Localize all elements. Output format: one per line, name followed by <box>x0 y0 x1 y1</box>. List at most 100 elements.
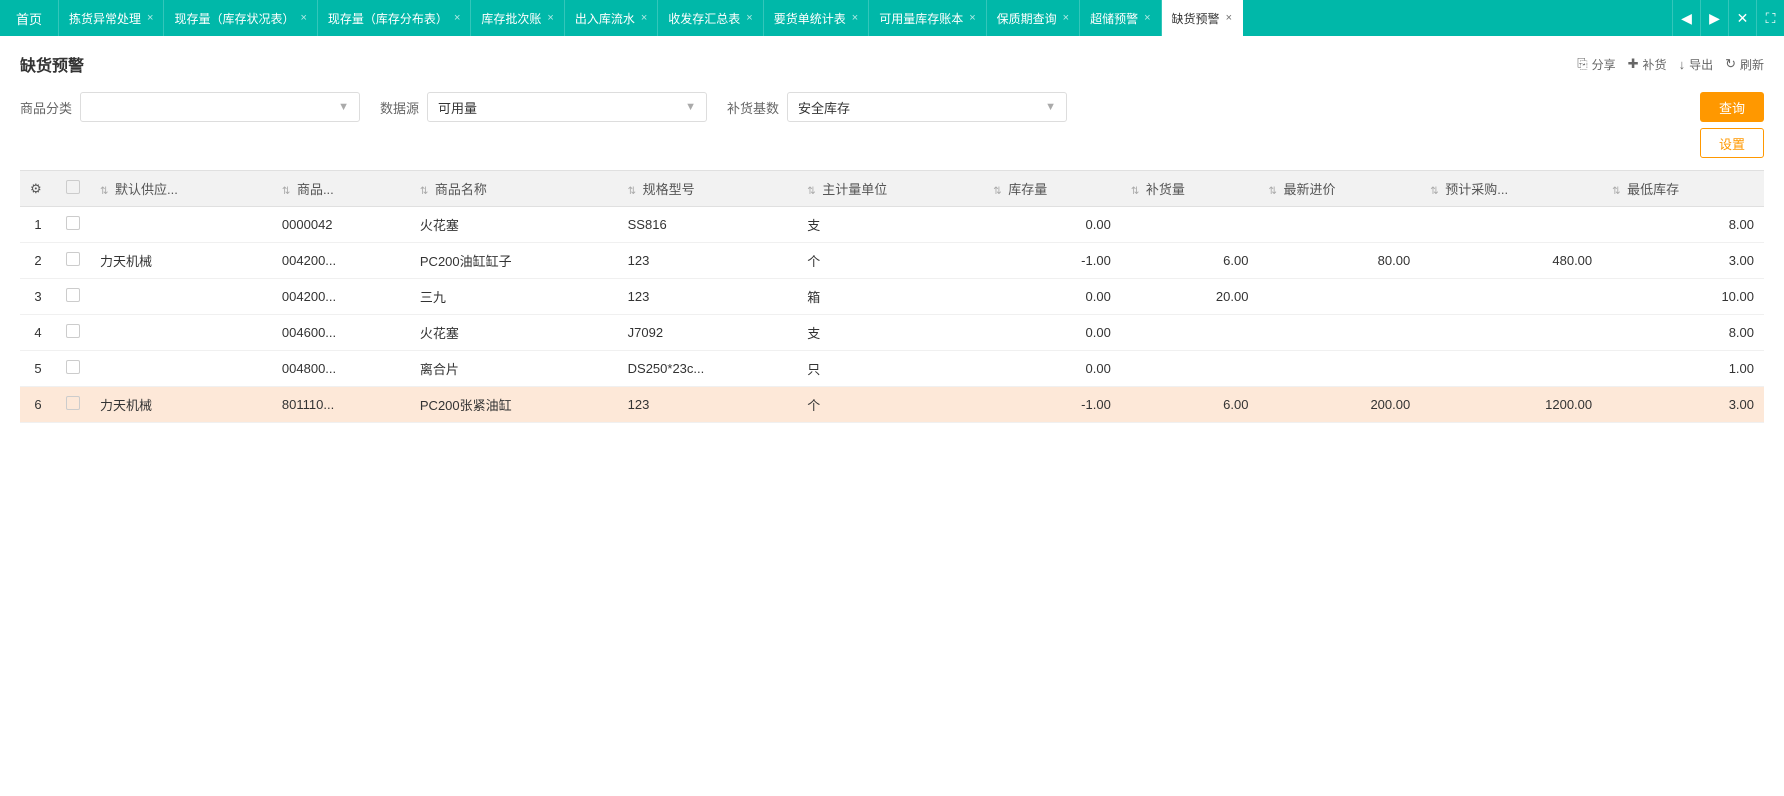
col-latest-price: ⇅ 最新进价 <box>1258 171 1420 207</box>
nav-tab-2[interactable]: 现存量（库存状况表） × <box>164 0 317 36</box>
row-number: 5 <box>20 351 56 387</box>
table-header-row: ⚙ ⇅ 默认供应... ⇅ 商品... ⇅ 商品名称 ⇅ <box>20 171 1764 207</box>
query-button[interactable]: 查询 <box>1700 92 1764 122</box>
sort-icon: ⇅ <box>100 186 108 197</box>
row-min-stock: 3.00 <box>1602 387 1764 423</box>
row-checkbox-cell <box>56 351 90 387</box>
chevron-down-icon: ▼ <box>1045 101 1056 113</box>
sort-icon: ⇅ <box>1131 186 1139 197</box>
row-min-stock: 10.00 <box>1602 279 1764 315</box>
row-est-purchase <box>1420 207 1602 243</box>
row-supplier: 力天机械 <box>90 243 272 279</box>
row-stock: -1.00 <box>983 387 1121 423</box>
datasource-select[interactable]: 可用量 ▼ <box>427 92 707 122</box>
row-spec: 123 <box>618 243 798 279</box>
col-gear: ⚙ <box>20 171 56 207</box>
close-icon[interactable]: × <box>641 12 647 24</box>
nav-tab-home[interactable]: 首页 <box>0 0 59 36</box>
row-replenish: 20.00 <box>1121 279 1259 315</box>
replenish-button[interactable]: ✚ 补货 <box>1628 56 1667 73</box>
top-nav: 首页 拣货异常处理 × 现存量（库存状况表） × 现存量（库存分布表） × 库存… <box>0 0 1784 36</box>
filter-group-category: 商品分类 ▼ <box>20 92 360 122</box>
row-min-stock: 1.00 <box>1602 351 1764 387</box>
close-icon[interactable]: × <box>1144 12 1150 24</box>
col-name: ⇅ 商品名称 <box>410 171 618 207</box>
nav-next-button[interactable]: ▶ <box>1700 0 1728 36</box>
table-row: 4 004600... 火花塞 J7092 支 0.00 8.00 <box>20 315 1764 351</box>
replenish-icon: ✚ <box>1628 56 1639 72</box>
nav-close-button[interactable]: ✕ <box>1728 0 1756 36</box>
row-checkbox[interactable] <box>66 324 80 338</box>
nav-controls: ◀ ▶ ✕ ⛶ <box>1672 0 1784 36</box>
row-stock: 0.00 <box>983 207 1121 243</box>
row-unit: 个 <box>797 243 983 279</box>
row-est-purchase <box>1420 315 1602 351</box>
row-unit: 只 <box>797 351 983 387</box>
nav-tab-11[interactable]: 缺货预警 × <box>1162 0 1243 36</box>
row-est-purchase: 1200.00 <box>1420 387 1602 423</box>
col-stock: ⇅ 库存量 <box>983 171 1121 207</box>
nav-tab-5[interactable]: 出入库流水 × <box>565 0 658 36</box>
sort-icon: ⇅ <box>993 186 1001 197</box>
row-checkbox[interactable] <box>66 396 80 410</box>
row-latest-price: 200.00 <box>1258 387 1420 423</box>
row-checkbox-cell <box>56 279 90 315</box>
row-code: 004200... <box>272 279 410 315</box>
row-checkbox[interactable] <box>66 360 80 374</box>
nav-tab-6[interactable]: 收发存汇总表 × <box>658 0 763 36</box>
select-all-checkbox[interactable] <box>66 180 80 194</box>
row-number: 1 <box>20 207 56 243</box>
col-check <box>56 171 90 207</box>
settings-button[interactable]: 设置 <box>1700 128 1764 158</box>
close-icon[interactable]: × <box>852 12 858 24</box>
export-button[interactable]: ↓ 导出 <box>1679 56 1714 73</box>
gear-icon[interactable]: ⚙ <box>30 181 42 196</box>
category-select[interactable]: ▼ <box>80 92 360 122</box>
col-spec: ⇅ 规格型号 <box>618 171 798 207</box>
close-icon[interactable]: × <box>746 12 752 24</box>
nav-tab-4[interactable]: 库存批次账 × <box>471 0 564 36</box>
row-checkbox[interactable] <box>66 252 80 266</box>
share-button[interactable]: ⎘ 分享 <box>1577 56 1615 73</box>
nav-tab-3[interactable]: 现存量（库存分布表） × <box>318 0 471 36</box>
row-stock: 0.00 <box>983 351 1121 387</box>
sort-icon: ⇅ <box>628 186 636 197</box>
row-checkbox-cell <box>56 207 90 243</box>
col-replenish: ⇅ 补货量 <box>1121 171 1259 207</box>
close-icon[interactable]: × <box>1226 12 1232 24</box>
row-checkbox-cell <box>56 243 90 279</box>
replenish-select[interactable]: 安全库存 ▼ <box>787 92 1067 122</box>
row-name: PC200张紧油缸 <box>410 387 618 423</box>
refresh-button[interactable]: ↻ 刷新 <box>1725 56 1764 73</box>
nav-expand-button[interactable]: ⛶ <box>1756 0 1784 36</box>
nav-tab-7[interactable]: 要货单统计表 × <box>764 0 869 36</box>
close-icon[interactable]: × <box>454 12 460 24</box>
col-min-stock: ⇅ 最低库存 <box>1602 171 1764 207</box>
row-number: 6 <box>20 387 56 423</box>
row-name: 三九 <box>410 279 618 315</box>
close-icon[interactable]: × <box>1063 12 1069 24</box>
close-icon[interactable]: × <box>147 12 153 24</box>
nav-tab-8[interactable]: 可用量库存账本 × <box>869 0 986 36</box>
close-icon[interactable]: × <box>547 12 553 24</box>
row-checkbox-cell <box>56 315 90 351</box>
sort-icon: ⇅ <box>807 186 815 197</box>
row-spec: 123 <box>618 279 798 315</box>
nav-tab-9[interactable]: 保质期查询 × <box>987 0 1080 36</box>
row-name: PC200油缸缸子 <box>410 243 618 279</box>
row-checkbox[interactable] <box>66 216 80 230</box>
row-spec: SS816 <box>618 207 798 243</box>
sort-icon: ⇅ <box>420 186 428 197</box>
filter-actions: 查询 设置 <box>1700 92 1764 158</box>
row-est-purchase <box>1420 351 1602 387</box>
row-checkbox[interactable] <box>66 288 80 302</box>
chevron-down-icon: ▼ <box>338 101 349 113</box>
row-est-purchase: 480.00 <box>1420 243 1602 279</box>
filter-row-1: 商品分类 ▼ 数据源 可用量 ▼ 补货基数 <box>20 92 1700 122</box>
nav-tab-1[interactable]: 拣货异常处理 × <box>59 0 164 36</box>
close-icon[interactable]: × <box>300 12 306 24</box>
nav-prev-button[interactable]: ◀ <box>1672 0 1700 36</box>
nav-tab-10[interactable]: 超储预警 × <box>1080 0 1161 36</box>
sort-icon: ⇅ <box>1430 186 1438 197</box>
close-icon[interactable]: × <box>969 12 975 24</box>
